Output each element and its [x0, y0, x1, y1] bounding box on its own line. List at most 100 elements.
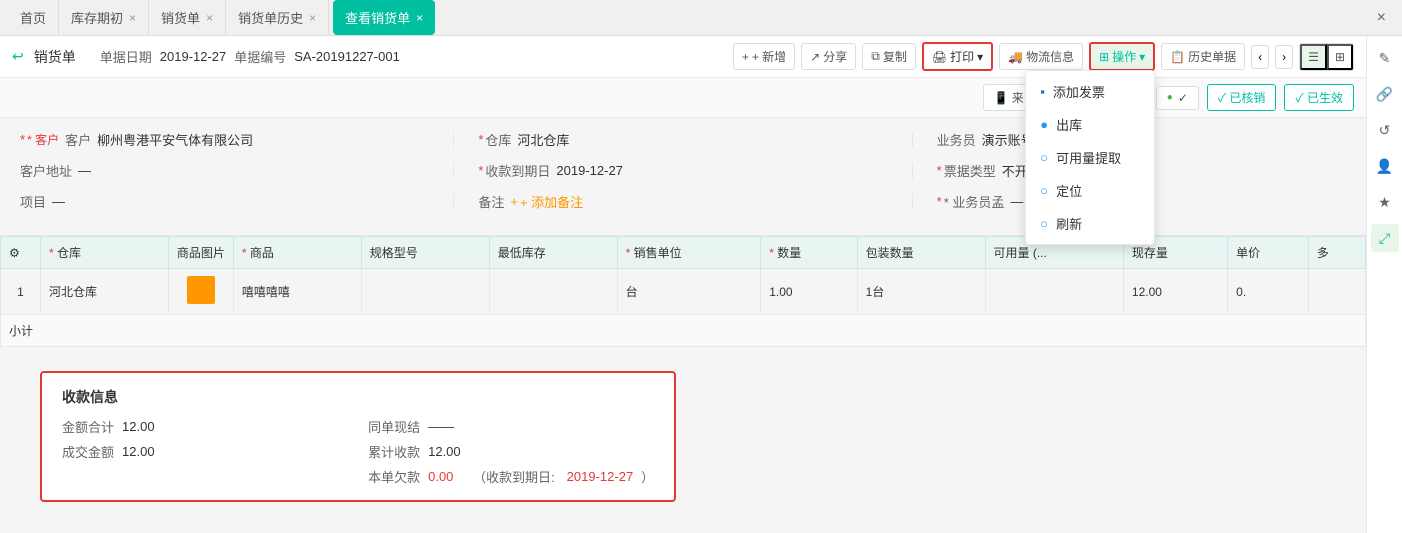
dropdown-refresh[interactable]: ○ 刷新 [1026, 207, 1154, 240]
logistics-icon: 🚚 [1008, 50, 1023, 64]
same-order-row: 同单现结 —— [368, 417, 654, 436]
sidebar-edit-icon[interactable]: ✎ [1371, 44, 1399, 72]
check-icon: ✓ [1178, 91, 1188, 105]
amount-label: 金额合计 [62, 417, 114, 436]
view-toggle: ☰ ⊞ [1299, 43, 1354, 71]
total-received-row: 累计收款 12.00 [368, 442, 654, 461]
date-label: 单据日期 [100, 47, 152, 66]
sidebar-link-icon[interactable]: 🔗 [1371, 80, 1399, 108]
cell-product-img [168, 269, 233, 315]
cell-pack-qty: 1台 [857, 269, 985, 315]
history-button[interactable]: 📋 历史单据 [1161, 43, 1245, 70]
copy-button[interactable]: ⧉ 复制 [862, 43, 916, 70]
doc-meta: 单据日期 2019-12-27 单据编号 SA-20191227-001 [100, 47, 400, 66]
print-dropdown: 🖨 打印 ▾ [922, 42, 993, 71]
form-section: * * 客户 客户 柳州粤港平安气体有限公司 * 仓库 河北仓库 业务员 演 [0, 118, 1366, 236]
sidebar-star-icon[interactable]: ★ [1371, 188, 1399, 216]
refresh-icon: ○ [1040, 216, 1048, 231]
next-button[interactable]: › [1275, 45, 1293, 69]
operate-button[interactable]: ⊞ 操作 ▾ [1089, 42, 1155, 71]
this-owed-row: 本单欠款 0.00 （收款到期日: 2019-12-27 ） [368, 467, 654, 486]
warehouse-field: * 仓库 河北仓库 [478, 130, 887, 149]
tab-sales-close[interactable]: × [206, 11, 213, 25]
amount-row: 金额合计 12.00 [62, 417, 348, 436]
number-value: SA-20191227-001 [294, 49, 400, 64]
this-owed-note-text: （收款到期日: [473, 467, 555, 486]
dropdown-available-pickup[interactable]: ○ 可用量提取 [1026, 141, 1154, 174]
sidebar-user-icon[interactable]: 👤 [1371, 152, 1399, 180]
print-button[interactable]: 🖨 打印 ▾ [922, 42, 993, 71]
col-header-min-stock: 最低库存 [489, 237, 617, 269]
this-owed-value: 0.00 [428, 469, 453, 484]
logistics-button[interactable]: 🚚 物流信息 [999, 43, 1083, 70]
share-icon: ↗ [810, 50, 820, 64]
date-value: 2019-12-27 [160, 49, 227, 64]
table-container: ⚙ * 仓库 商品图片 * 商品 规格型号 最低库存 [0, 236, 1366, 347]
amount-value: 12.00 [122, 419, 155, 434]
salesperson-required: * [937, 194, 942, 209]
col-header-sales-unit: * 销售单位 [617, 237, 761, 269]
warehouse-value: 河北仓库 [517, 130, 569, 149]
tab-home[interactable]: 首页 [8, 0, 59, 35]
tab-view-sales-close[interactable]: × [416, 11, 423, 25]
view-list-button[interactable]: ☰ [1300, 44, 1327, 70]
address-field: 客户地址 — [20, 161, 429, 180]
sidebar-refresh-icon[interactable]: ↺ [1371, 116, 1399, 144]
tab-sales-history-close[interactable]: × [309, 11, 316, 25]
share-button[interactable]: ↗ 分享 [801, 43, 856, 70]
product-image [187, 276, 215, 304]
operate-dropdown-menu: ▪ 添加发票 ● 出库 ○ 可用量提取 [1025, 70, 1155, 245]
customer-required: * [20, 132, 25, 147]
payment-section: 收款信息 金额合计 12.00 同单现结 —— 成交金额 12.00 [40, 371, 676, 502]
action-bar: 📱 来自手机 未开票 ✓ ✓ 已核销 ✓ 已生效 [0, 78, 1366, 118]
tab-sales-history[interactable]: 销货单历史 × [226, 0, 329, 35]
doc-title: 销货单 [34, 47, 76, 67]
subtotal-label: 小计 [1, 315, 1366, 347]
dropdown-locate[interactable]: ○ 定位 [1026, 174, 1154, 207]
col-header-quantity: * 数量 [761, 237, 857, 269]
project-value: — [52, 194, 65, 209]
tab-inventory[interactable]: 库存期初 × [59, 0, 149, 35]
tab-sales[interactable]: 销货单 × [149, 0, 226, 35]
cell-more [1308, 269, 1365, 315]
effect-button[interactable]: ✓ 已生效 [1284, 84, 1354, 111]
doc-toolbar: ↩ 销货单 单据日期 2019-12-27 单据编号 SA-20191227-0… [0, 36, 1366, 78]
total-received-value: 12.00 [428, 444, 461, 459]
this-owed-label: 本单欠款 [368, 467, 420, 486]
doc-icon: ↩ [12, 48, 24, 65]
transaction-row: 成交金额 12.00 [62, 442, 348, 461]
cell-sales-unit: 台 [617, 269, 761, 315]
tab-inventory-close[interactable]: × [129, 11, 136, 25]
cell-spec [361, 269, 489, 315]
same-order-value: —— [428, 419, 454, 434]
col-header-unit-price: 单价 [1228, 237, 1309, 269]
right-sidebar: ✎ 🔗 ↺ 👤 ★ ⤢ [1366, 36, 1402, 533]
payment-grid: 金额合计 12.00 同单现结 —— 成交金额 12.00 累计收款 [62, 417, 654, 486]
transaction-value: 12.00 [122, 444, 155, 459]
tab-view-sales[interactable]: 查看销货单 × [333, 0, 435, 35]
operate-grid-icon: ⊞ [1099, 50, 1109, 64]
col-header-warehouse: * 仓库 [41, 237, 169, 269]
add-note-button[interactable]: + + 添加备注 [510, 192, 583, 211]
customer-value: 柳州粤港平安气体有限公司 [97, 130, 253, 149]
cell-stock: 12.00 [1123, 269, 1227, 315]
print-icon: 🖨 [932, 50, 947, 64]
col-header-seq: ⚙ [1, 237, 41, 269]
new-button[interactable]: + + 新增 [733, 43, 795, 70]
settings-icon[interactable]: ⚙ [9, 246, 20, 260]
field-divider-5 [453, 194, 454, 210]
dropdown-outbound[interactable]: ● 出库 [1026, 108, 1154, 141]
new-icon: + [742, 50, 749, 64]
col-header-spec: 规格型号 [361, 237, 489, 269]
check-button[interactable]: ✓ [1156, 86, 1199, 110]
outbound-icon: ● [1040, 117, 1048, 132]
prev-button[interactable]: ‹ [1251, 45, 1269, 69]
window-close-button[interactable]: × [1369, 9, 1394, 27]
effect-circle-icon: ✓ [1295, 91, 1303, 105]
this-owed-date: 2019-12-27 [567, 469, 634, 484]
field-divider-3 [453, 163, 454, 179]
dropdown-add-invoice[interactable]: ▪ 添加发票 [1026, 75, 1154, 108]
view-grid-button[interactable]: ⊞ [1327, 44, 1353, 70]
sidebar-expand-icon[interactable]: ⤢ [1371, 224, 1399, 252]
cancel-button[interactable]: ✓ 已核销 [1207, 84, 1277, 111]
